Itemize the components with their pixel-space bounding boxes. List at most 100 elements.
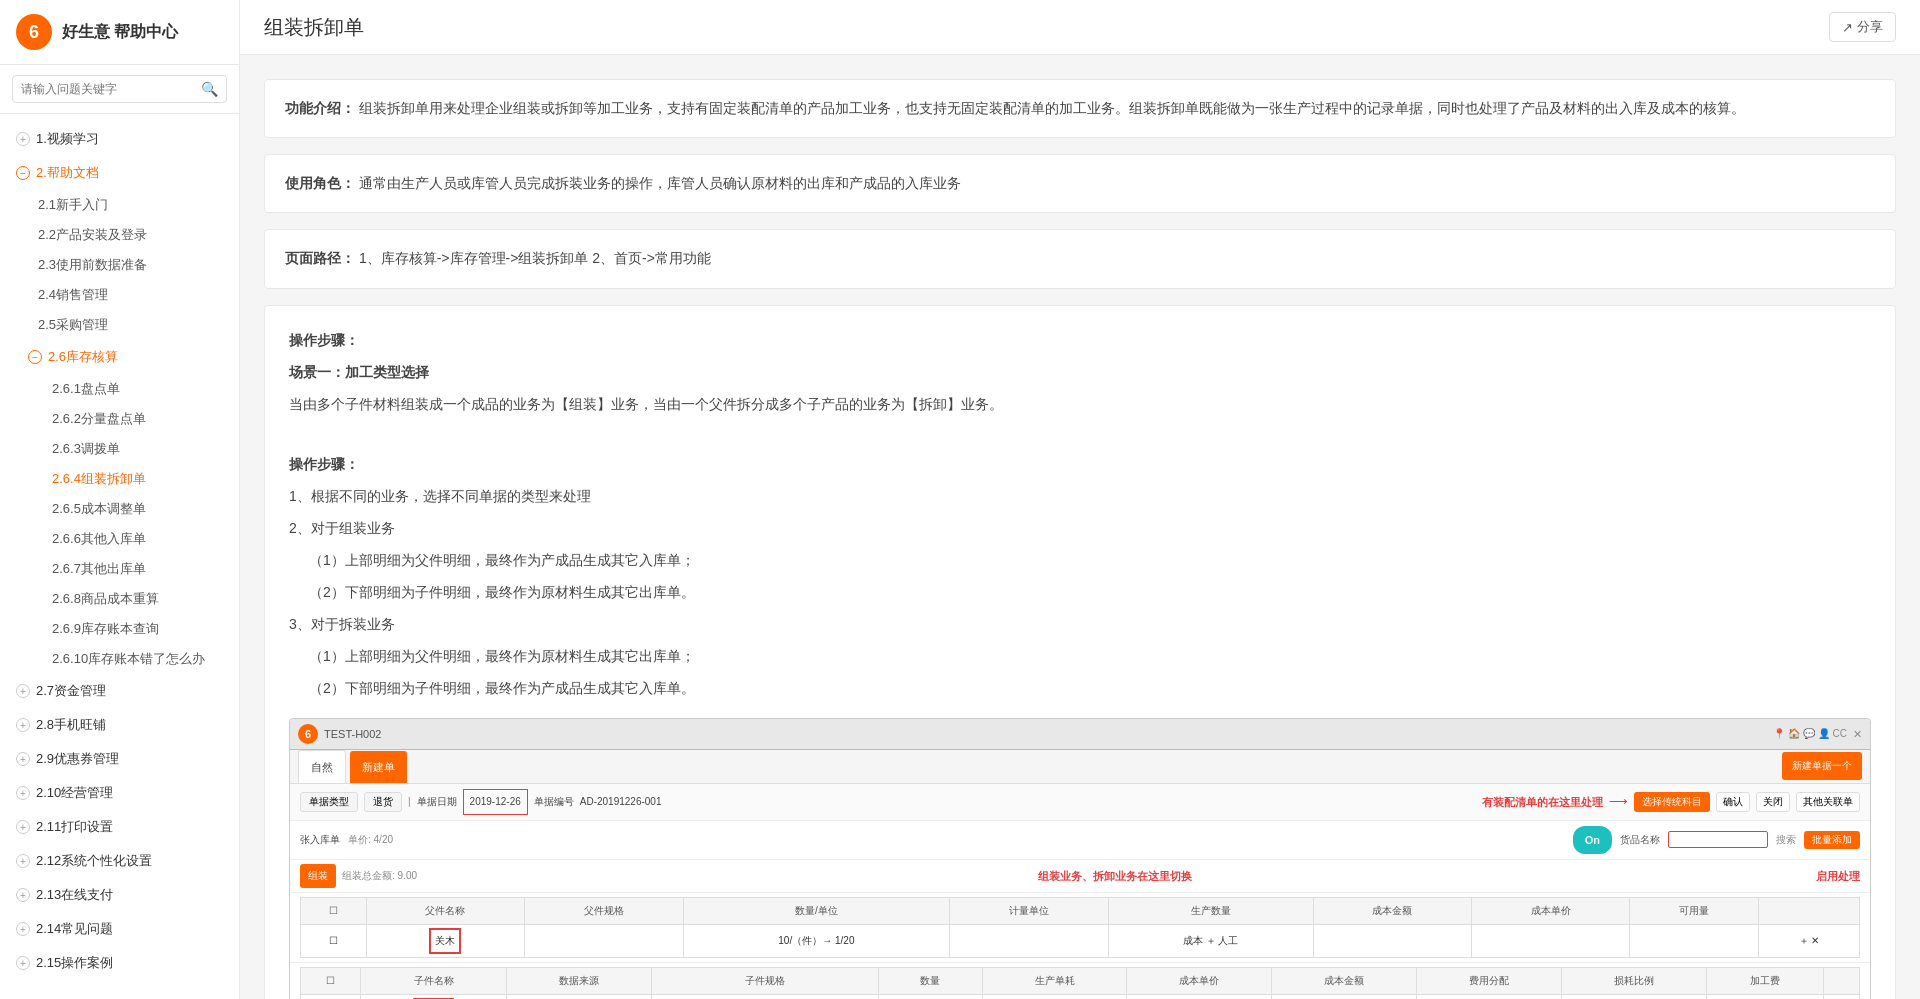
toggle-on[interactable]: On [1573,826,1612,854]
role-block: 使用角色： 通常由生产人员或库管人员完成拆装业务的操作，库管人员确认原材料的出库… [264,154,1896,213]
role-text: 通常由生产人员或库管人员完成拆装业务的操作，库管人员确认原材料的出库和产成品的入… [359,175,961,191]
bth-fee-dist: 费用分配 [1417,967,1562,994]
inner-qty2: 组装总金额: 9.00 [342,866,417,886]
th-parent-spec: 父件规格 [525,897,683,924]
search-input[interactable] [21,82,201,96]
role-label: 使用角色： [285,175,355,191]
share-icon: ↗ [1842,20,1853,35]
inner-tab-self[interactable]: 自然 [298,750,346,783]
inner-date-val: 2019-12-26 [463,789,528,815]
step2-2: （2）下部明细为子件明细，最终作为原材料生成其它出库单。 [289,578,1871,606]
ops-steps-title: 操作步骤： [289,456,359,472]
nav-item-2-14[interactable]: + 2.14常见问题 [0,912,239,946]
nav-subitem-2-6-1[interactable]: 2.6.1盘点单 [0,374,239,404]
inner-logo: 6 [298,724,318,744]
nav-item-2-7[interactable]: + 2.7资金管理 [0,674,239,708]
inner-btn-delete[interactable]: 退货 [364,792,402,812]
intro-label: 功能介绍： [285,100,355,116]
inner-search-label: 搜索 [1776,830,1796,850]
nav-tree: + 1.视频学习 − 2.帮助文档 2.1新手入门 2.2产品安装及登录 2.3… [0,114,239,999]
inner-batch-add-btn[interactable]: 批量添加 [1804,831,1860,849]
inner-top-table: ☐ 父件名称 父件规格 数量/单位 计量单位 生产数量 成本金额 成本单价 可用… [300,897,1860,958]
plus-icon-2-9: + [16,752,30,766]
inner-goods-input[interactable] [1668,831,1768,848]
inner-arrow-1: ⟶ [1609,789,1628,815]
inner-qty-label: 张入库单 [300,830,340,850]
plus-icon-2-13: + [16,888,30,902]
nav-subitem-2-6-9[interactable]: 2.6.9库存账本查询 [0,614,239,644]
th-checkbox: ☐ [301,897,367,924]
step3-1: （1）上部明细为父件明细，最终作为原材料生成其它出库单； [289,642,1871,670]
nav-subitem-2-4[interactable]: 2.4销售管理 [0,280,239,310]
steps-block: 操作步骤： 场景一：加工类型选择 当由多个子件材料组装成一个成品的业务为【组装】… [264,305,1896,999]
nav-subitem-2-6-5[interactable]: 2.6.5成本调整单 [0,494,239,524]
search-area: 🔍 [0,65,239,114]
scenario1-desc: 当由多个子件材料组装成一个成品的业务为【组装】业务，当由一个父件拆分成多个子产品… [289,390,1871,418]
th-measure: 计量单位 [950,897,1108,924]
nav-item-2-15[interactable]: + 2.15操作案例 [0,946,239,980]
nav-item-2-9[interactable]: + 2.9优惠券管理 [0,742,239,776]
th-prod-qty: 生产数量 [1108,897,1313,924]
bth-cost-amt: 成本金额 [1272,967,1417,994]
nav-subitem-2-6-8[interactable]: 2.6.8商品成本重算 [0,584,239,614]
plus-icon-2-14: + [16,922,30,936]
nav-subitem-2-3[interactable]: 2.3使用前数据准备 [0,250,239,280]
bth-checkbox: ☐ [301,967,361,994]
top-table-row-1: ☐ 关木 10/（件）→ 1/20 成本 ＋ 人工 ＋ ✕ [301,924,1860,957]
intro-block: 功能介绍： 组装拆卸单用来处理企业组装或拆卸等加工业务，支持有固定装配清单的产品… [264,79,1896,138]
nav-item-2[interactable]: − 2.帮助文档 [0,156,239,190]
inner-field1: 单价: 4/20 [348,830,393,850]
content-area: 功能介绍： 组装拆卸单用来处理企业组装或拆卸等加工业务，支持有固定装配清单的产品… [240,55,1920,999]
inner-confirm-btn[interactable]: 确认 [1716,792,1750,812]
th-qty-unit: 数量/单位 [683,897,950,924]
nav-item-2-11[interactable]: + 2.11打印设置 [0,810,239,844]
btable-row-1: 1 图纸 1 （件）←（件） 30.00 3.00 89.00 0.00 [301,994,1860,999]
nav-subitem-2-5[interactable]: 2.5采购管理 [0,310,239,340]
scenario1-title: 场景一：加工类型选择 [289,364,429,380]
step2: 2、对于组装业务 [289,514,1871,542]
search-box[interactable]: 🔍 [12,75,227,103]
nav-subitem-2-2[interactable]: 2.2产品安装及登录 [0,220,239,250]
step1: 1、根据不同的业务，选择不同单据的类型来处理 [289,482,1871,510]
bth-unit-consume: 生产单耗 [982,967,1127,994]
inner-separator-1: | [408,792,411,812]
nav-subitem-2-6-3[interactable]: 2.6.3调拨单 [0,434,239,464]
plus-icon-2-11: + [16,820,30,834]
inner-annotation-1: 有装配清单的在这里处理 [1482,791,1603,813]
bth-spec: 子件规格 [651,967,878,994]
nav-item-2-13[interactable]: + 2.13在线支付 [0,878,239,912]
path-label: 页面路径： [285,250,355,266]
inner-close-btn[interactable]: 关闭 [1756,792,1790,812]
inner-relate-btn[interactable]: 其他关联单 [1796,792,1860,812]
nav-subitem-2-6-2[interactable]: 2.6.2分量盘点单 [0,404,239,434]
page-title: 组装拆卸单 [264,14,364,41]
nav-item-2-12[interactable]: + 2.12系统个性化设置 [0,844,239,878]
inner-close-icon[interactable]: ✕ [1853,723,1862,745]
nav-item-1[interactable]: + 1.视频学习 [0,122,239,156]
intro-text: 组装拆卸单用来处理企业组装或拆卸等加工业务，支持有固定装配清单的产品加工业务，也… [359,100,1745,116]
nav-subitem-2-1[interactable]: 2.1新手入门 [0,190,239,220]
nav-subitem-2-6-7[interactable]: 2.6.7其他出库单 [0,554,239,584]
nav-item-2-8[interactable]: + 2.8手机旺铺 [0,708,239,742]
inner-btn-save[interactable]: 单据类型 [300,792,358,812]
nav-item-2-6[interactable]: − 2.6库存核算 [0,340,239,374]
nav-subitem-2-6-6[interactable]: 2.6.6其他入库单 [0,524,239,554]
ops-title: 操作步骤： [289,332,359,348]
inner-assemble-btn[interactable]: 组装 [300,864,336,888]
search-icon[interactable]: 🔍 [201,81,218,97]
nav-item-2-10[interactable]: + 2.10经营管理 [0,776,239,810]
bth-ops [1824,967,1860,994]
inner-tab-new[interactable]: 新建单 [350,751,407,783]
nav-subitem-2-6-10[interactable]: 2.6.10库存账本错了怎么办 [0,644,239,674]
inner-num-val: AD-20191226-001 [580,792,662,812]
inner-app-title: TEST-H002 [324,723,381,745]
inner-orange-btn[interactable]: 选择传统科目 [1634,792,1710,812]
th-ops [1758,897,1859,924]
top-bar: 组装拆卸单 ↗ 分享 [240,0,1920,55]
share-button[interactable]: ↗ 分享 [1829,12,1896,42]
minus-icon-2: − [16,166,30,180]
th-parent-name: 父件名称 [366,897,524,924]
inner-add-btn[interactable]: 新建单据一个 [1782,752,1862,780]
nav-subitem-2-6-4[interactable]: 2.6.4组装拆卸单 [0,464,239,494]
plus-icon-2-8: + [16,718,30,732]
